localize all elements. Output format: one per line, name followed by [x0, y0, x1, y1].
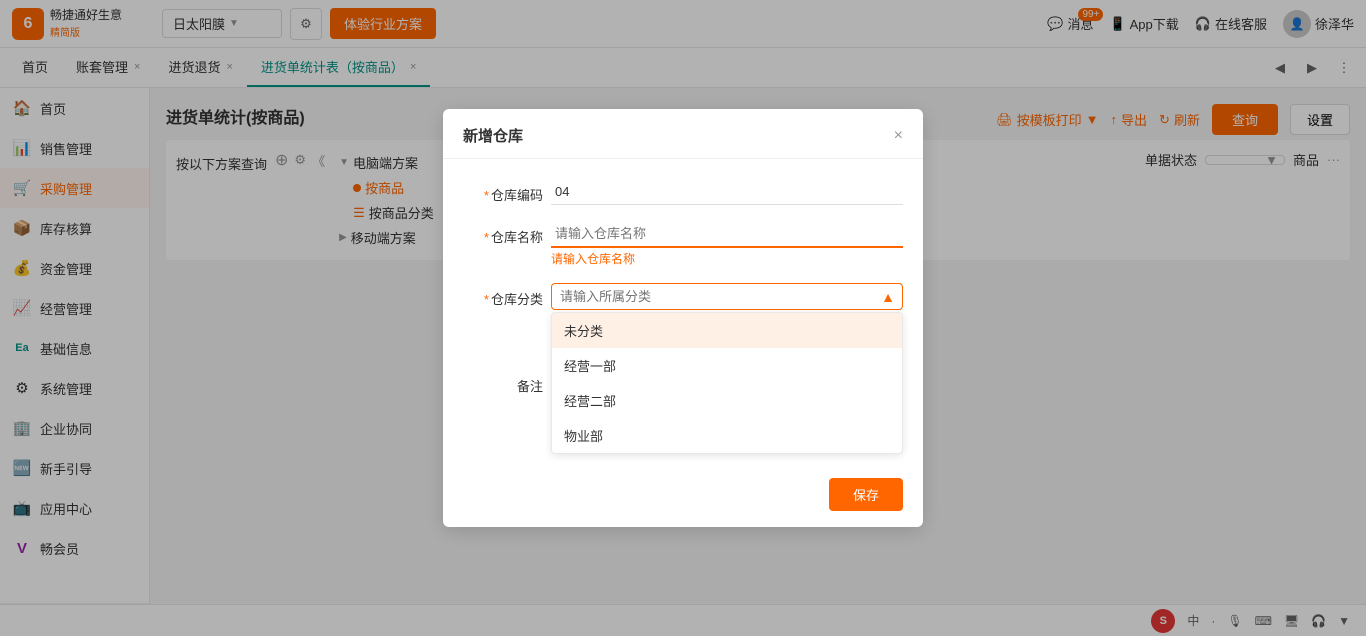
name-field-wrap: 请输入仓库名称: [551, 221, 903, 267]
category-label: *仓库分类: [463, 283, 543, 308]
category-dropdown: 未分类 经营一部 经营二部 物业部: [551, 312, 903, 454]
code-row: *仓库编码: [463, 179, 903, 205]
dropdown-item-dept2[interactable]: 经营二部: [552, 383, 902, 418]
category-arrow-icon[interactable]: ▲: [881, 289, 895, 305]
dropdown-item-dept3[interactable]: 物业部: [552, 418, 902, 453]
required-name-icon: *: [484, 230, 489, 245]
remark-label: 备注: [463, 370, 543, 395]
name-label: *仓库名称: [463, 221, 543, 246]
save-button[interactable]: 保存: [829, 478, 903, 511]
category-input[interactable]: [551, 283, 903, 310]
category-row: *仓库分类 ▲ 未分类 经营一部 经营二部 物业部: [463, 283, 903, 310]
dialog-overlay: 新增仓库 × *仓库编码 *仓库名称 请输入仓库名称: [0, 0, 1366, 636]
dialog-title: 新增仓库: [463, 125, 523, 146]
name-input[interactable]: [551, 221, 903, 248]
required-cat-icon: *: [484, 292, 489, 307]
code-input[interactable]: [551, 179, 903, 205]
code-label: *仓库编码: [463, 179, 543, 204]
name-row: *仓库名称 请输入仓库名称: [463, 221, 903, 267]
dialog-close-button[interactable]: ×: [894, 127, 903, 145]
dialog-footer: 保存: [443, 466, 923, 527]
new-warehouse-dialog: 新增仓库 × *仓库编码 *仓库名称 请输入仓库名称: [443, 109, 923, 527]
dialog-body: *仓库编码 *仓库名称 请输入仓库名称 *仓库分类: [443, 159, 923, 466]
name-error-message: 请输入仓库名称: [551, 250, 903, 267]
required-icon: *: [484, 188, 489, 203]
category-input-wrap: ▲ 未分类 经营一部 经营二部 物业部: [551, 283, 903, 310]
dialog-header: 新增仓库 ×: [443, 109, 923, 159]
dropdown-item-unclassified[interactable]: 未分类: [552, 313, 902, 348]
dropdown-item-dept1[interactable]: 经营一部: [552, 348, 902, 383]
